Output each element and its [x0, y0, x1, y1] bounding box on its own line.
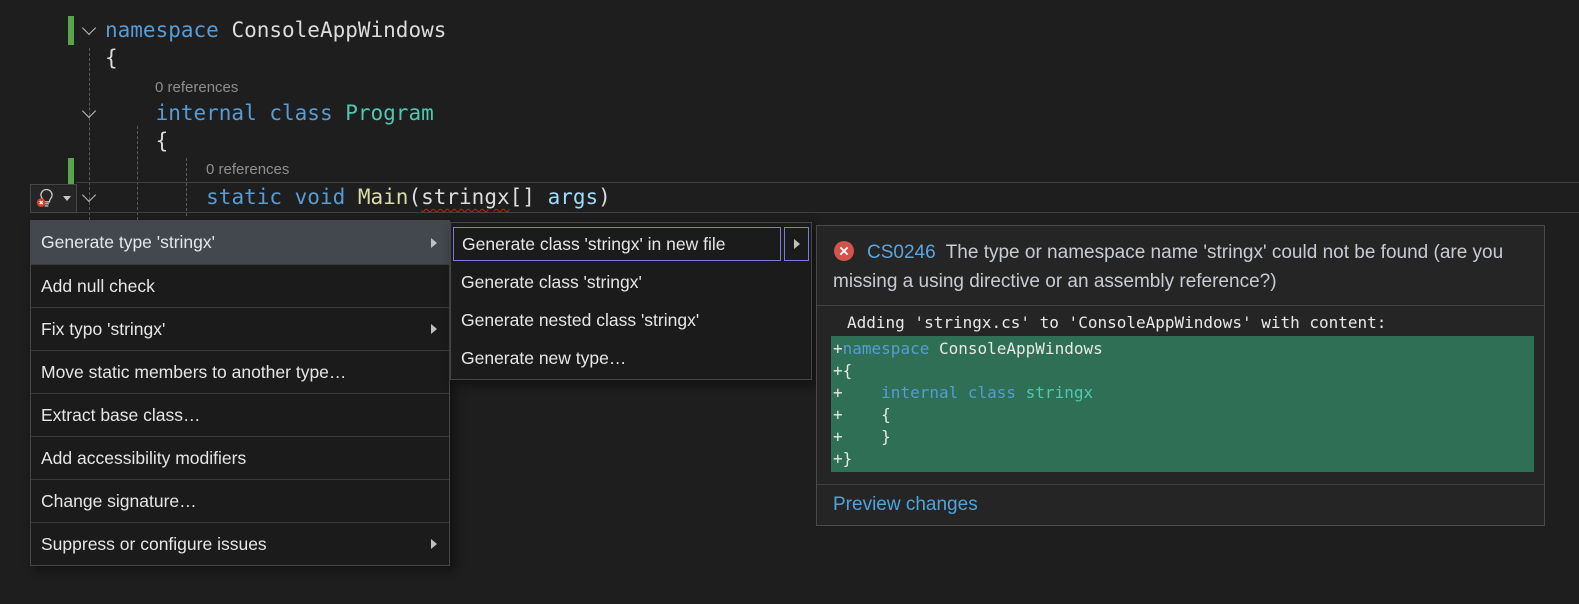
code-token: (: [408, 185, 421, 209]
code-token: {: [156, 129, 169, 153]
error-header: CS0246The type or namespace name 'string…: [817, 226, 1544, 305]
preview-code-section: Adding 'stringx.cs' to 'ConsoleAppWindow…: [817, 305, 1544, 484]
preview-adding-line: Adding 'stringx.cs' to 'ConsoleAppWindow…: [831, 312, 1534, 334]
menu-item-label: Generate type 'stringx': [41, 232, 431, 253]
submenu-item-label: Generate new type…: [453, 348, 626, 369]
preview-footer: Preview changes: [817, 484, 1544, 525]
code-line: internal class Program: [105, 100, 434, 126]
preview-expander-button[interactable]: [784, 227, 809, 261]
code-token: internal class: [156, 101, 333, 125]
menu-item-add-accessibility-modifiers[interactable]: Add accessibility modifiers: [31, 436, 449, 479]
fold-chevron-icon[interactable]: [82, 104, 96, 118]
chevron-down-icon: [63, 196, 71, 201]
code-token: [105, 101, 156, 125]
submenu-item-label: Generate nested class 'stringx': [453, 310, 699, 331]
menu-item-label: Extract base class…: [41, 405, 437, 426]
submenu-arrow-icon: [431, 238, 437, 248]
generate-type-submenu: Generate class 'stringx' in new file Gen…: [450, 222, 812, 380]
menu-item-label: Move static members to another type…: [41, 362, 437, 383]
menu-item-label: Fix typo 'stringx': [41, 319, 431, 340]
menu-item-move-static-members[interactable]: Move static members to another type…: [31, 350, 449, 393]
submenu-item-generate-nested-class[interactable]: Generate nested class 'stringx': [453, 301, 809, 339]
submenu-item-label: Generate class 'stringx' in new file: [462, 234, 725, 255]
code-token: +{: [833, 361, 852, 380]
codelens-references[interactable]: 0 references: [206, 161, 289, 179]
preview-changes-link[interactable]: Preview changes: [833, 494, 978, 515]
quick-actions-menu: Generate type 'stringx' Add null check F…: [30, 220, 450, 566]
menu-item-extract-base-class[interactable]: Extract base class…: [31, 393, 449, 436]
diff-line: +{: [833, 360, 1534, 382]
code-token: [105, 185, 206, 209]
menu-item-fix-typo[interactable]: Fix typo 'stringx': [31, 307, 449, 350]
menu-item-label: Change signature…: [41, 491, 437, 512]
error-code-link[interactable]: CS0246: [867, 242, 936, 263]
code-token: +: [833, 383, 881, 402]
code-token: stringx: [1016, 383, 1093, 402]
submenu-item-generate-class-new-file[interactable]: Generate class 'stringx' in new file: [453, 225, 809, 263]
code-token: static void: [206, 185, 358, 209]
quick-actions-lightbulb-button[interactable]: [30, 184, 77, 213]
diff-line: + }: [833, 426, 1534, 448]
code-line: namespace ConsoleAppWindows: [105, 17, 446, 43]
code-token: Main: [358, 185, 409, 209]
fold-chevron-icon[interactable]: [82, 21, 96, 35]
diff-line: +}: [833, 448, 1534, 470]
error-icon: [833, 240, 855, 262]
vs-code-editor-screen: namespace ConsoleAppWindows { 0 referenc…: [0, 0, 1579, 604]
menu-item-suppress-or-configure[interactable]: Suppress or configure issues: [31, 522, 449, 565]
code-line: {: [105, 45, 118, 71]
menu-item-label: Add null check: [41, 276, 437, 297]
diff-line: + internal class stringx: [833, 382, 1534, 404]
submenu-arrow-icon: [431, 324, 437, 334]
submenu-arrow-icon: [431, 539, 437, 549]
code-token: [105, 129, 156, 153]
code-token: internal class: [881, 383, 1016, 402]
code-token: {: [105, 46, 118, 70]
menu-item-add-null-check[interactable]: Add null check: [31, 264, 449, 307]
expand-preview-arrow-icon: [794, 239, 800, 249]
code-token: ): [598, 185, 611, 209]
code-token: ConsoleAppWindows: [929, 339, 1102, 358]
menu-item-label: Suppress or configure issues: [41, 534, 431, 555]
code-token: Program: [333, 101, 434, 125]
submenu-item-generate-class[interactable]: Generate class 'stringx': [453, 263, 809, 301]
menu-item-generate-type[interactable]: Generate type 'stringx': [31, 221, 449, 264]
submenu-item-label: Generate class 'stringx': [453, 272, 642, 293]
change-bar: [68, 16, 74, 45]
code-token: + }: [833, 427, 891, 446]
code-token: ConsoleAppWindows: [219, 18, 447, 42]
submenu-item-generate-new-type[interactable]: Generate new type…: [453, 339, 809, 377]
diff-added-block: +namespace ConsoleAppWindows +{ + intern…: [831, 336, 1534, 472]
code-line: static void Main(stringx[] args): [105, 184, 611, 210]
code-token: args: [548, 185, 599, 209]
code-token: +: [833, 339, 843, 358]
code-token: namespace: [843, 339, 930, 358]
code-token: + {: [833, 405, 891, 424]
code-token: []: [510, 185, 548, 209]
codelens-references[interactable]: 0 references: [155, 79, 238, 97]
code-line: {: [105, 128, 168, 154]
error-token: stringx: [421, 185, 510, 209]
diff-line: +namespace ConsoleAppWindows: [833, 338, 1534, 360]
code-token: namespace: [105, 18, 219, 42]
menu-item-change-signature[interactable]: Change signature…: [31, 479, 449, 522]
menu-item-label: Add accessibility modifiers: [41, 448, 437, 469]
code-token: +}: [833, 449, 852, 468]
lightbulb-error-icon: [36, 188, 57, 209]
change-bar: [68, 158, 74, 186]
diff-line: + {: [833, 404, 1534, 426]
fix-preview-popup: CS0246The type or namespace name 'string…: [816, 225, 1545, 526]
